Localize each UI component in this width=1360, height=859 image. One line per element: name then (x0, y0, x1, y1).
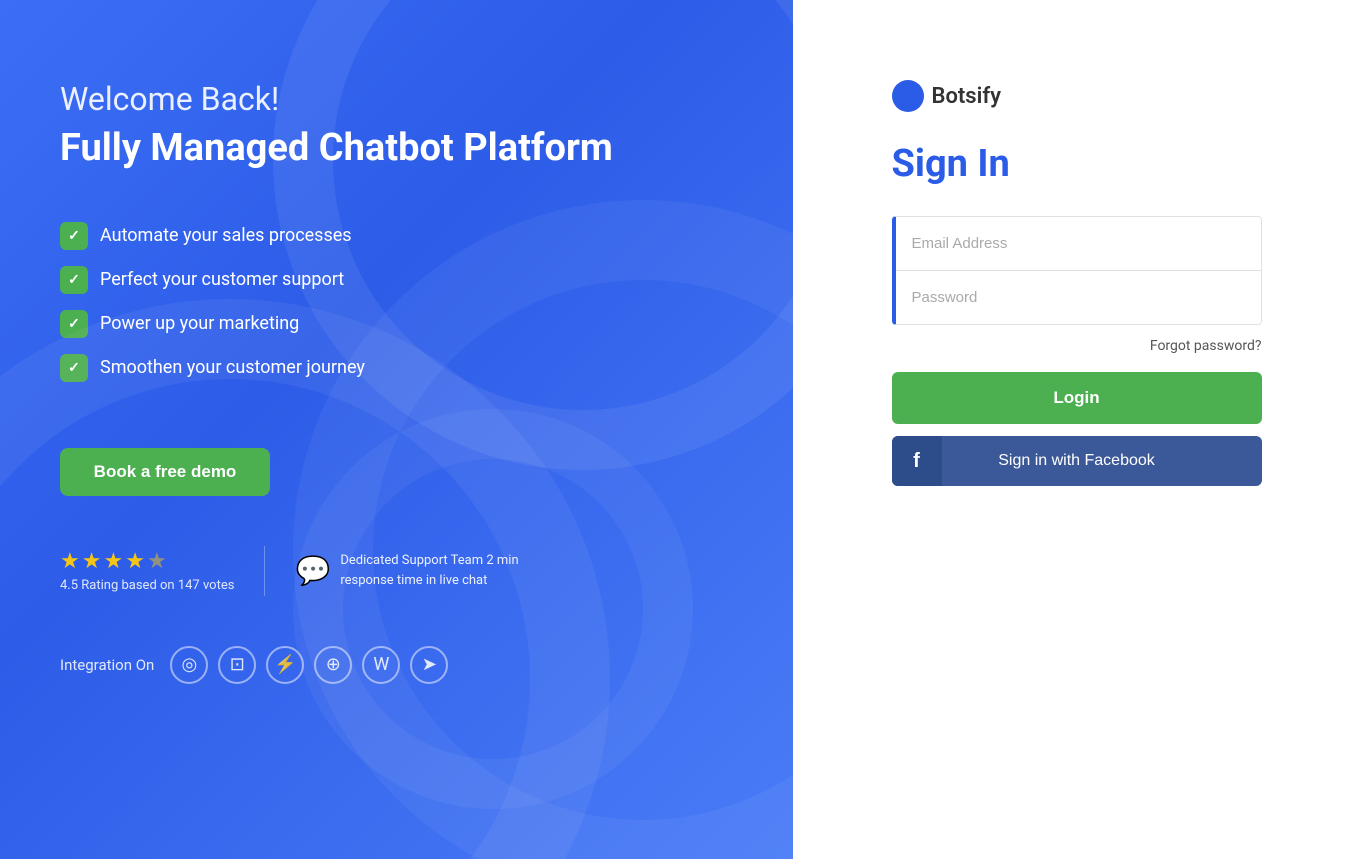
sign-in-title: Sign In (892, 142, 1262, 186)
login-button[interactable]: Login (892, 372, 1262, 424)
feature-label-3: Power up your marketing (100, 313, 299, 334)
star-2: ★ (82, 549, 102, 574)
logo-row: Botsify (892, 80, 1262, 112)
facebook-icon: f (892, 436, 942, 486)
wordpress-icon: W (362, 646, 400, 684)
stars: ★ ★ ★ ★ ★ (60, 549, 234, 574)
integration-icons: ◎ ⊡ ⚡ ⊕ W ➤ (170, 646, 448, 684)
check-icon-1: ✓ (60, 222, 88, 250)
check-icon-3: ✓ (60, 310, 88, 338)
welcome-text: Welcome Back! (60, 80, 733, 118)
whatsapp-icon: ◎ (170, 646, 208, 684)
support-text: Dedicated Support Team 2 min response ti… (340, 551, 518, 590)
rating-block: ★ ★ ★ ★ ★ 4.5 Rating based on 147 votes (60, 549, 234, 593)
form-inputs-wrapper (892, 216, 1262, 325)
stats-divider (264, 546, 265, 596)
facebook-signin-button[interactable]: f Sign in with Facebook (892, 436, 1262, 486)
check-icon-4: ✓ (60, 354, 88, 382)
chat-icon: 💬 (295, 554, 330, 587)
platform-title: Fully Managed Chatbot Platform (60, 126, 733, 172)
integration-label: Integration On (60, 656, 154, 674)
rating-text: 4.5 Rating based on 147 votes (60, 578, 234, 593)
globe-icon: ⊕ (314, 646, 352, 684)
star-3: ★ (103, 549, 123, 574)
facebook-button-label: Sign in with Facebook (908, 452, 1246, 470)
stats-row: ★ ★ ★ ★ ★ 4.5 Rating based on 147 votes … (60, 546, 733, 596)
messenger-icon: ⚡ (266, 646, 304, 684)
star-4: ★ (125, 549, 145, 574)
logo-circle (892, 80, 924, 112)
check-icon-2: ✓ (60, 266, 88, 294)
password-input[interactable] (896, 271, 1261, 324)
chat-icon-int: ⊡ (218, 646, 256, 684)
feature-label-2: Perfect your customer support (100, 269, 344, 290)
feature-label-1: Automate your sales processes (100, 225, 352, 246)
login-form-container: Botsify Sign In Forgot password? Login f… (892, 80, 1262, 486)
telegram-icon: ➤ (410, 646, 448, 684)
left-panel: Welcome Back! Fully Managed Chatbot Plat… (0, 0, 793, 859)
email-input[interactable] (896, 217, 1261, 270)
logo-name: Botsify (932, 84, 1002, 109)
feature-label-4: Smoothen your customer journey (100, 357, 365, 378)
right-panel: Botsify Sign In Forgot password? Login f… (793, 0, 1360, 859)
forgot-password-row: Forgot password? (892, 335, 1262, 354)
demo-button[interactable]: Book a free demo (60, 448, 270, 496)
star-1: ★ (60, 549, 80, 574)
star-5: ★ (147, 549, 167, 574)
integration-row: Integration On ◎ ⊡ ⚡ ⊕ W ➤ (60, 646, 733, 684)
support-block: 💬 Dedicated Support Team 2 min response … (295, 551, 518, 590)
forgot-password-link[interactable]: Forgot password? (1150, 338, 1262, 354)
